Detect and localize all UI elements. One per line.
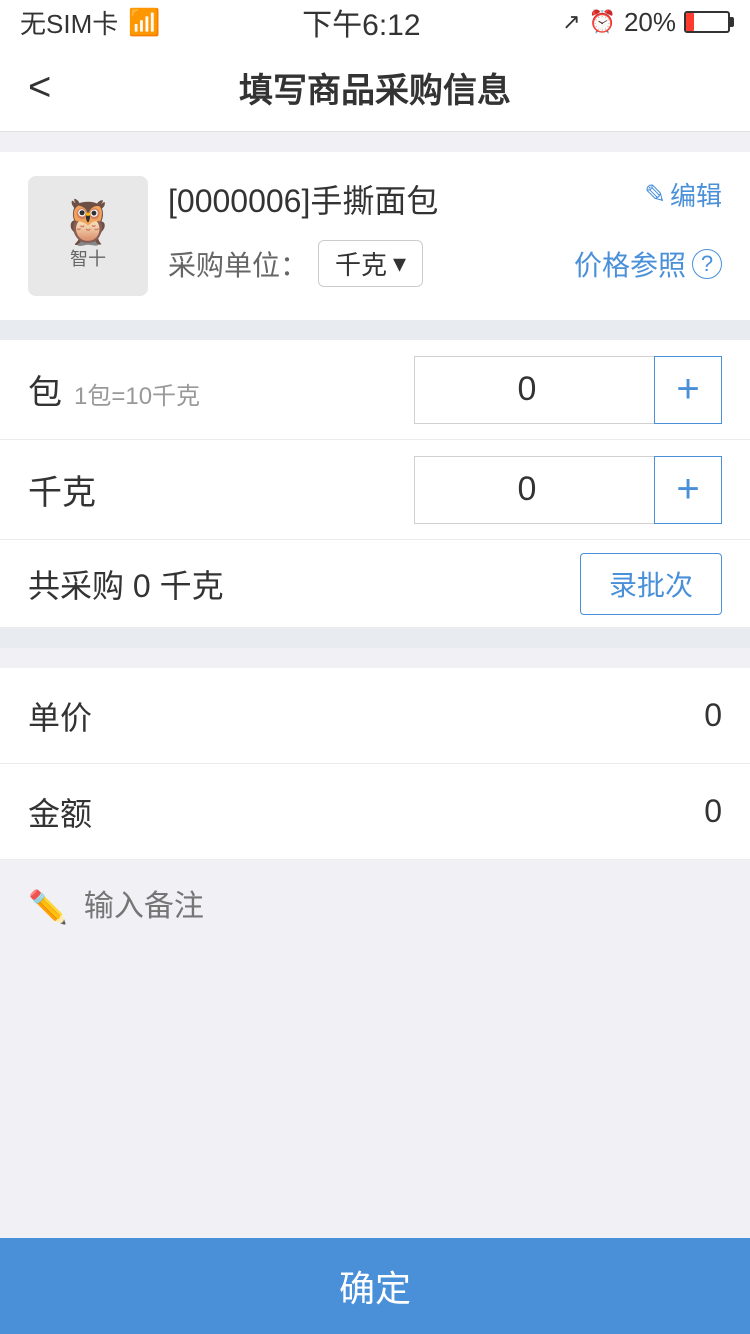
product-card: 🦉 智十 [0000006]手撕面包 ✎ 编辑 采购单位： 千克 ▾ 价格参照 … [0, 152, 750, 320]
dropdown-arrow-icon: ▾ [393, 248, 406, 279]
qty-input-bao[interactable] [414, 356, 654, 424]
remark-section: ✏️ [0, 860, 750, 954]
product-bottom-row: 采购单位： 千克 ▾ 价格参照 ? [168, 240, 722, 287]
battery-percent: 20% [624, 7, 676, 38]
qty-input-kg[interactable] [414, 456, 654, 524]
remark-input[interactable] [84, 890, 722, 924]
edit-button[interactable]: ✎ 编辑 [644, 176, 722, 213]
bottom-spacer [0, 954, 750, 1254]
pencil-icon: ✏️ [28, 888, 68, 926]
status-bar: 无SIM卡 📶 下午6:12 ↗ ⏰ 20% [0, 0, 750, 44]
battery-fill [686, 13, 694, 31]
qty-plus-bao[interactable]: + [654, 356, 722, 424]
qty-main-label-bao: 包 [28, 365, 62, 414]
price-ref-help-icon: ? [692, 249, 722, 279]
edit-icon: ✎ [644, 179, 666, 210]
batch-button[interactable]: 录批次 [580, 553, 722, 615]
confirm-button[interactable]: 确定 [0, 1238, 750, 1334]
wifi-icon: 📶 [128, 7, 160, 38]
quantity-section: 包 1包=10千克 + 千克 + 共采购 0 千克 录批次 [0, 340, 750, 628]
product-brand: 智十 [70, 245, 106, 271]
qty-sub-label-bao: 1包=10千克 [74, 376, 200, 411]
product-top-row: [0000006]手撕面包 ✎ 编辑 [168, 176, 722, 222]
summary-row: 共采购 0 千克 录批次 [0, 540, 750, 628]
location-icon: ↗ [562, 9, 580, 35]
unit-value: 千克 [335, 245, 387, 282]
status-left: 无SIM卡 📶 [20, 4, 161, 41]
summary-text: 共采购 0 千克 [28, 561, 224, 607]
price-ref-button[interactable]: 价格参照 ? [574, 244, 722, 284]
edit-label: 编辑 [670, 176, 722, 213]
product-owl-icon: 🦉 [61, 201, 116, 245]
back-button[interactable]: < [28, 65, 51, 110]
quantity-row-kg: 千克 + [0, 440, 750, 540]
unit-select[interactable]: 千克 ▾ [318, 240, 423, 287]
price-label-unit: 单价 [28, 693, 92, 739]
qty-main-label-kg: 千克 [28, 465, 96, 514]
section-divider-1 [0, 320, 750, 340]
page-title: 填写商品采购信息 [239, 63, 511, 112]
quantity-label-bao: 包 1包=10千克 [28, 365, 208, 414]
product-image: 🦉 智十 [28, 176, 148, 296]
price-row-amount: 金额 0 [0, 764, 750, 860]
section-divider-2 [0, 628, 750, 648]
price-ref-label: 价格参照 [574, 244, 686, 284]
quantity-controls-kg: + [208, 456, 722, 524]
status-time: 下午6:12 [302, 0, 420, 44]
status-right: ↗ ⏰ 20% [562, 7, 730, 38]
unit-label: 采购单位： [168, 244, 308, 284]
quantity-controls-bao: + [208, 356, 722, 424]
price-value-unit: 0 [704, 697, 722, 734]
price-value-amount: 0 [704, 793, 722, 830]
product-info: [0000006]手撕面包 ✎ 编辑 采购单位： 千克 ▾ 价格参照 ? [168, 176, 722, 287]
product-name: [0000006]手撕面包 [168, 176, 438, 222]
carrier-text: 无SIM卡 [20, 4, 118, 41]
price-label-amount: 金额 [28, 789, 92, 835]
quantity-label-kg: 千克 [28, 465, 208, 514]
unit-row: 采购单位： 千克 ▾ [168, 240, 423, 287]
price-row-unit: 单价 0 [0, 668, 750, 764]
alarm-icon: ⏰ [589, 9, 616, 35]
battery-icon [684, 11, 730, 33]
nav-bar: < 填写商品采购信息 [0, 44, 750, 132]
qty-plus-kg[interactable]: + [654, 456, 722, 524]
price-section: 单价 0 金额 0 [0, 668, 750, 860]
quantity-row-bao: 包 1包=10千克 + [0, 340, 750, 440]
